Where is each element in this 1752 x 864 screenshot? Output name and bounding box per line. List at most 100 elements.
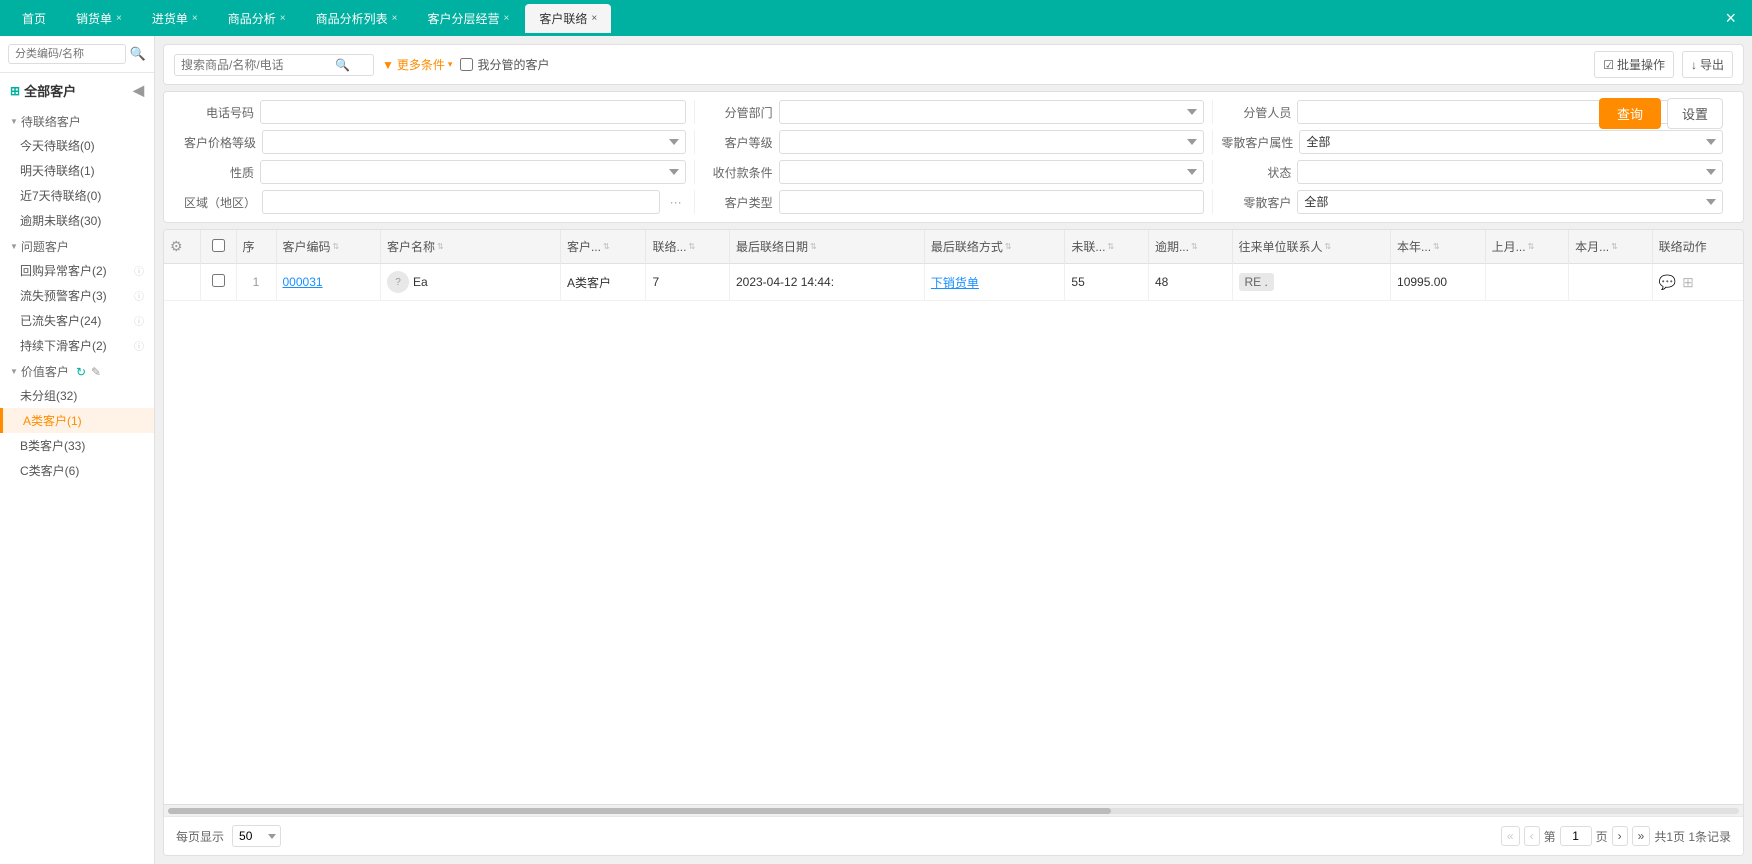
select-all-checkbox[interactable] xyxy=(212,239,225,252)
horizontal-scrollbar[interactable] xyxy=(164,804,1743,816)
arrow-waiting: ▼ xyxy=(10,117,18,126)
sort-tier[interactable]: ⇅ xyxy=(603,242,610,251)
table-container: ⚙ 序 客户 xyxy=(163,229,1744,856)
main-search-icon[interactable]: 🔍 xyxy=(335,58,350,72)
query-button[interactable]: 查询 xyxy=(1599,98,1661,129)
last-method-link[interactable]: 下销货单 xyxy=(931,276,979,290)
nav-home[interactable]: 首页 xyxy=(8,4,60,33)
export-button[interactable]: ↓ 导出 xyxy=(1682,51,1733,78)
nav-customer-tier[interactable]: 客户分层经营 × xyxy=(413,4,523,33)
select-customer-tier[interactable] xyxy=(779,130,1205,154)
my-customers-checkbox-label[interactable]: 我分管的客户 xyxy=(460,56,549,73)
first-page-button[interactable]: « xyxy=(1501,826,1520,846)
select-nature[interactable] xyxy=(260,160,686,184)
nav-purchase[interactable]: 进货单 × xyxy=(138,4,212,33)
group-header-problem[interactable]: ▼ 问题客户 xyxy=(0,233,154,258)
sidebar-item-declining[interactable]: 持续下滑客户(2) ⓘ xyxy=(0,333,154,358)
filter-cell-person: 分管人员 ··· 查询 设置 xyxy=(1213,100,1731,124)
sort-this-month[interactable]: ⇅ xyxy=(1611,242,1618,251)
grid-action-icon[interactable]: ⊞ xyxy=(1682,274,1694,291)
col-contact-person: 往来单位联系人 ⇅ xyxy=(1232,230,1391,264)
sidebar-item-week[interactable]: 近7天待联络(0) xyxy=(0,183,154,208)
cell-checkbox xyxy=(200,264,236,301)
sidebar-collapse-icon[interactable]: ◀ xyxy=(133,82,144,99)
nav-goods-analysis-list[interactable]: 商品分析列表 × xyxy=(302,4,412,33)
cell-tier: A类客户 xyxy=(560,264,645,301)
pagination: « ‹ 第 页 › » 共1页 1条记录 xyxy=(1501,826,1731,846)
customer-code-link[interactable]: 000031 xyxy=(283,275,323,289)
content-area: 🔍 ▼ 更多条件 ▾ 我分管的客户 ☑ 批量操作 ↓ 导出 xyxy=(155,36,1752,864)
settings-button[interactable]: 设置 xyxy=(1667,98,1723,129)
sort-code[interactable]: ⇅ xyxy=(333,242,340,251)
sort-name[interactable]: ⇅ xyxy=(437,242,444,251)
sidebar-search-input[interactable] xyxy=(8,44,126,64)
page-number-input[interactable] xyxy=(1560,826,1592,846)
input-customer-type[interactable] xyxy=(779,190,1205,214)
input-region[interactable] xyxy=(262,190,660,214)
group-header-waiting[interactable]: ▼ 待联络客户 xyxy=(0,108,154,133)
sidebar-item-ungrouped[interactable]: 未分组(32) xyxy=(0,383,154,408)
adv-filter-panel: 电话号码 分管部门 分管人员 ··· 查询 设置 xyxy=(163,91,1744,223)
edit-icon-value[interactable]: ✎ xyxy=(91,365,101,379)
nav-goods-analysis[interactable]: 商品分析 × xyxy=(214,4,300,33)
cell-this-year: 10995.00 xyxy=(1391,264,1486,301)
page-size-select[interactable]: 10 20 50 100 xyxy=(232,825,281,847)
region-more-button[interactable]: ··· xyxy=(666,195,686,209)
label-customer-tier: 客户等级 xyxy=(703,134,773,151)
col-overdue: 逾期... ⇅ xyxy=(1148,230,1232,264)
close-all-button[interactable]: × xyxy=(1717,8,1744,29)
sort-overdue[interactable]: ⇅ xyxy=(1191,242,1198,251)
chat-action-icon[interactable]: 💬 xyxy=(1659,274,1676,291)
sidebar-item-tomorrow[interactable]: 明天待联络(1) xyxy=(0,158,154,183)
select-dept[interactable] xyxy=(779,100,1205,124)
sort-last-month[interactable]: ⇅ xyxy=(1528,242,1535,251)
filter-cell-region: 区域（地区） ··· xyxy=(176,190,695,214)
close-goods-analysis-tab[interactable]: × xyxy=(280,13,286,24)
close-customer-contact-tab[interactable]: × xyxy=(591,13,597,24)
sidebar-item-a-class[interactable]: A类客户(1) xyxy=(0,408,154,433)
sort-this-year[interactable]: ⇅ xyxy=(1433,242,1440,251)
select-retail-attr[interactable]: 全部 xyxy=(1299,130,1723,154)
sidebar: 🔍 ⊞ 全部客户 ◀ ▼ 待联络客户 今天待联络(0) 明天待联络(1) xyxy=(0,36,155,864)
sidebar-root-label[interactable]: 全部客户 xyxy=(24,81,76,100)
sort-last-method[interactable]: ⇅ xyxy=(1005,242,1012,251)
select-payment[interactable] xyxy=(779,160,1205,184)
row-checkbox[interactable] xyxy=(212,274,225,287)
col-settings-icon[interactable]: ⚙ xyxy=(170,238,183,254)
close-sales-tab[interactable]: × xyxy=(116,13,122,24)
sidebar-item-b-class[interactable]: B类客户(33) xyxy=(0,433,154,458)
arrow-value: ▼ xyxy=(10,367,18,376)
nav-customer-contact[interactable]: 客户联络 × xyxy=(525,4,611,33)
sort-contact-count[interactable]: ⇅ xyxy=(688,242,695,251)
refresh-icon-value[interactable]: ↻ xyxy=(76,365,86,379)
col-this-year: 本年... ⇅ xyxy=(1391,230,1486,264)
batch-op-button[interactable]: ☑ 批量操作 xyxy=(1594,51,1674,78)
sidebar-item-churn-warning[interactable]: 流失预警客户(3) ⓘ xyxy=(0,283,154,308)
group-header-value[interactable]: ▼ 价值客户 ↻ ✎ xyxy=(0,358,154,383)
my-customers-checkbox[interactable] xyxy=(460,58,473,71)
close-customer-tier-tab[interactable]: × xyxy=(503,13,509,24)
sidebar-item-repurchase[interactable]: 回购异常客户(2) ⓘ xyxy=(0,258,154,283)
sort-contact-person[interactable]: ⇅ xyxy=(1325,242,1332,251)
close-purchase-tab[interactable]: × xyxy=(192,13,198,24)
more-filters-button[interactable]: ▼ 更多条件 ▾ xyxy=(382,56,452,73)
arrow-problem: ▼ xyxy=(10,242,18,251)
sidebar-item-overdue[interactable]: 逾期未联络(30) xyxy=(0,208,154,233)
sort-uncontacted[interactable]: ⇅ xyxy=(1107,242,1114,251)
last-page-button[interactable]: » xyxy=(1632,826,1651,846)
prev-page-button[interactable]: ‹ xyxy=(1524,826,1540,846)
main-search-input[interactable] xyxy=(181,58,331,72)
select-status[interactable] xyxy=(1297,160,1723,184)
sidebar-item-c-class[interactable]: C类客户(6) xyxy=(0,458,154,483)
sidebar-search-icon[interactable]: 🔍 xyxy=(130,46,146,62)
table-row: 1 000031 ? Ea xyxy=(164,264,1743,301)
select-retail[interactable]: 全部 xyxy=(1297,190,1723,214)
sidebar-item-churned[interactable]: 已流失客户(24) ⓘ xyxy=(0,308,154,333)
close-goods-analysis-list-tab[interactable]: × xyxy=(392,13,398,24)
sort-last-date[interactable]: ⇅ xyxy=(810,242,817,251)
sidebar-item-today[interactable]: 今天待联络(0) xyxy=(0,133,154,158)
select-price-tier[interactable] xyxy=(262,130,686,154)
input-phone[interactable] xyxy=(260,100,686,124)
nav-sales[interactable]: 销货单 × xyxy=(62,4,136,33)
next-page-button[interactable]: › xyxy=(1612,826,1628,846)
